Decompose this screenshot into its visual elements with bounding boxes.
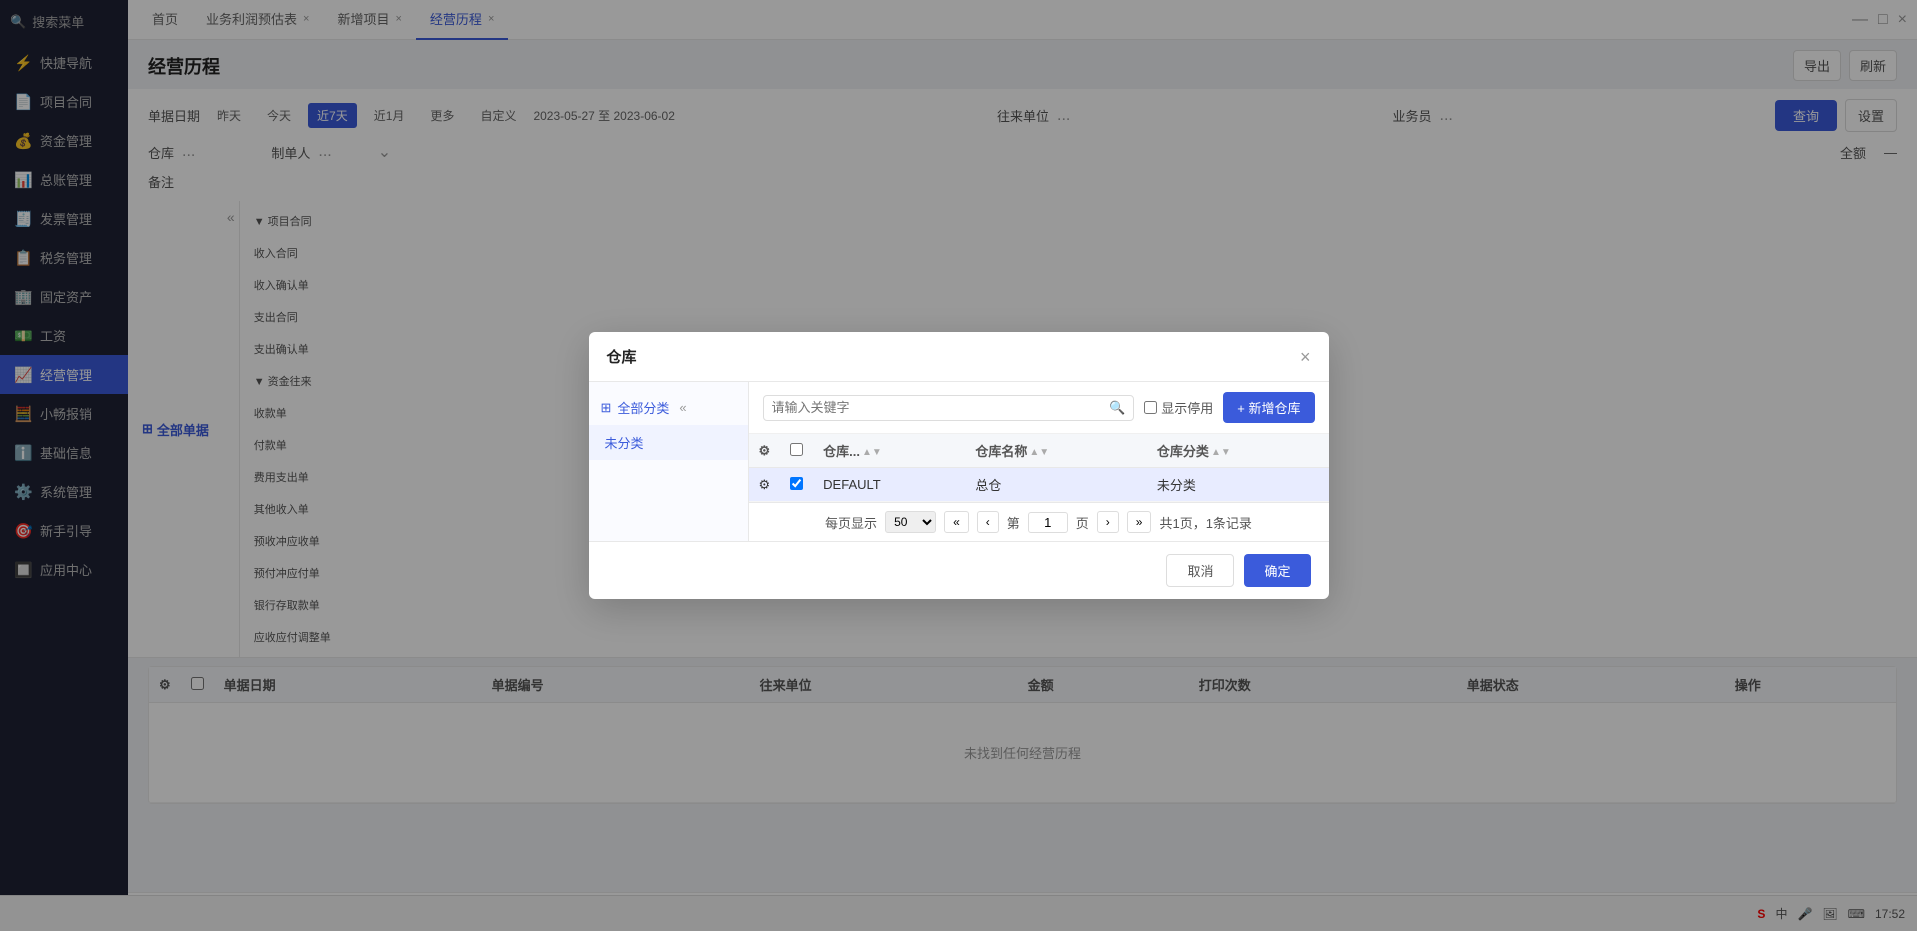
modal-sidebar-all-label: 全部分类 <box>617 398 669 417</box>
warehouse-modal: 仓库 × ⊞ 全部分类 « 未分类 🔍 <box>589 332 1329 599</box>
row-settings[interactable]: ⚙ <box>749 468 781 502</box>
modal-per-page-select[interactable]: 50 100 <box>885 511 936 533</box>
modal-right-content: 🔍 显示停用 + 新增仓库 ⚙ <box>749 382 1329 541</box>
modal-footer: 取消 确定 <box>589 541 1329 599</box>
modal-close-button[interactable]: × <box>1300 348 1311 366</box>
modal-next-btn[interactable]: › <box>1097 511 1119 533</box>
modal-sidebar: ⊞ 全部分类 « 未分类 <box>589 382 749 541</box>
row-check[interactable] <box>780 468 813 502</box>
modal-th-settings: ⚙ <box>749 434 781 468</box>
modal-th-code: 仓库...▲▼ <box>813 434 965 468</box>
modal-page-unit: 页 <box>1076 513 1089 532</box>
modal-sidebar-item-uncategorized[interactable]: 未分类 <box>589 425 748 460</box>
row-category: 未分类 <box>1147 468 1329 502</box>
modal-sidebar-all[interactable]: ⊞ 全部分类 « <box>589 390 748 425</box>
modal-warehouse-table: ⚙ 仓库...▲▼ 仓库名称▲▼ 仓库分类▲▼ <box>749 434 1329 502</box>
modal-pagination: 每页显示 50 100 « ‹ 第 页 › » 共1页，1条记录 <box>749 502 1329 541</box>
show-disabled-label[interactable]: 显示停用 <box>1144 398 1213 417</box>
modal-th-check <box>780 434 813 468</box>
modal-select-all[interactable] <box>790 443 803 456</box>
modal-table-row[interactable]: ⚙ DEFAULT 总仓 未分类 <box>749 468 1329 502</box>
row-code: DEFAULT <box>813 468 965 502</box>
modal-table-header: ⚙ 仓库...▲▼ 仓库名称▲▼ 仓库分类▲▼ <box>749 434 1329 468</box>
confirm-button[interactable]: 确定 <box>1244 554 1310 587</box>
modal-th-name: 仓库名称▲▼ <box>965 434 1147 468</box>
row-checkbox[interactable] <box>790 477 803 490</box>
modal-total-records: 共1页，1条记录 <box>1159 513 1251 532</box>
grid-icon-modal: ⊞ <box>601 400 612 416</box>
add-warehouse-button[interactable]: + 新增仓库 <box>1223 392 1314 423</box>
modal-sidebar-collapse[interactable]: « <box>675 400 690 415</box>
modal-th-category: 仓库分类▲▼ <box>1147 434 1329 468</box>
modal-page-input[interactable] <box>1028 512 1068 533</box>
show-disabled-text: 显示停用 <box>1161 398 1213 417</box>
show-disabled-checkbox[interactable] <box>1144 401 1157 414</box>
modal-prev-btn[interactable]: ‹ <box>977 511 999 533</box>
modal-header: 仓库 × <box>589 332 1329 382</box>
modal-search-icon[interactable]: 🔍 <box>1109 400 1125 416</box>
modal-table-container: ⚙ 仓库...▲▼ 仓库名称▲▼ 仓库分类▲▼ <box>749 434 1329 502</box>
modal-last-btn[interactable]: » <box>1127 511 1152 533</box>
modal-overlay: 仓库 × ⊞ 全部分类 « 未分类 🔍 <box>0 0 1917 931</box>
modal-body: ⊞ 全部分类 « 未分类 🔍 显示停用 <box>589 382 1329 541</box>
modal-title: 仓库 <box>607 346 637 367</box>
modal-toolbar: 🔍 显示停用 + 新增仓库 <box>749 382 1329 434</box>
modal-first-btn[interactable]: « <box>944 511 969 533</box>
modal-per-page-label: 每页显示 <box>825 513 877 532</box>
modal-page-label: 第 <box>1007 513 1020 532</box>
modal-search-input[interactable] <box>772 400 1104 415</box>
modal-search-box[interactable]: 🔍 <box>763 395 1135 421</box>
row-name: 总仓 <box>965 468 1147 502</box>
cancel-button[interactable]: 取消 <box>1166 554 1234 587</box>
